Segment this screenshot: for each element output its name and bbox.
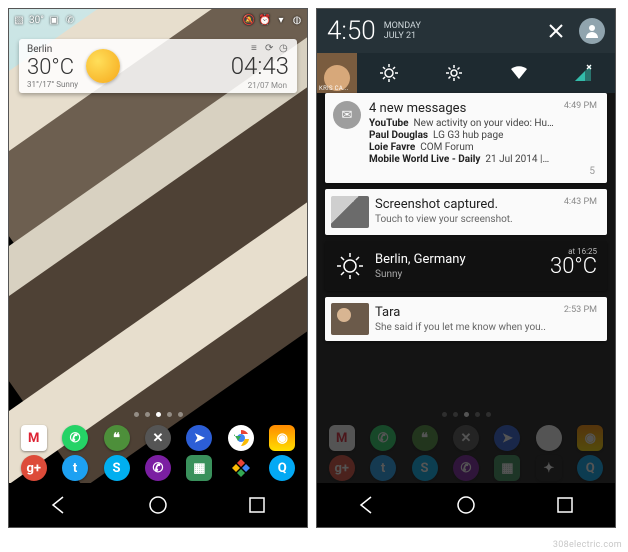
- user-avatar-button[interactable]: [579, 18, 605, 44]
- weather-clock-widget[interactable]: Berlin 30°C 31°/17° Sunny 04:43 ≡ ⟳ ◷ 21…: [19, 39, 297, 93]
- photos-app-icon[interactable]: ✦: [536, 455, 562, 481]
- whatsapp-icon: ✆: [64, 14, 76, 26]
- wifi-icon: ▾: [275, 14, 287, 26]
- whatsapp-app-icon[interactable]: ✆: [62, 425, 88, 451]
- folder-icon[interactable]: ▦: [494, 455, 520, 481]
- widget-city: Berlin: [27, 44, 78, 55]
- search-app-icon[interactable]: Q: [269, 455, 295, 481]
- notif-title: 4 new messages: [369, 101, 597, 116]
- 0[interactable]: t: [370, 455, 396, 481]
- status-bar: ▧ 30° ▣ ✆ 🔕 ⏰ ▾ ◍: [9, 9, 307, 31]
- shade-header: 4:50 MONDAYJULY 21 KRIS CA...: [317, 9, 615, 93]
- chrome-app-icon[interactable]: ◉: [536, 425, 562, 451]
- notification-message[interactable]: Tara She said if you let me know when yo…: [325, 297, 607, 341]
- page-indicator: [317, 412, 615, 417]
- contact-thumbnail: [331, 303, 369, 335]
- profile-avatar[interactable]: KRIS CA...: [317, 53, 357, 93]
- notif-count: 5: [589, 166, 595, 177]
- home-button[interactable]: [454, 493, 478, 517]
- camera-app-icon[interactable]: ◉: [577, 425, 603, 451]
- recents-button[interactable]: [245, 493, 269, 517]
- phone-notification-shade: 4:50 MONDAYJULY 21 KRIS CA...: [316, 8, 616, 528]
- battery-icon: ◍: [291, 14, 303, 26]
- app-dock: M g+ ✆ t ❝ S ✕ ✆ ➤ ▦: [9, 425, 307, 481]
- refresh-icon[interactable]: ⟳: [265, 43, 275, 53]
- notif-time: 4:43 PM: [564, 197, 597, 207]
- app-drawer-button[interactable]: ✕: [145, 425, 171, 451]
- folder-icon[interactable]: ▦: [186, 455, 212, 481]
- widget-hilo: 31°/17° Sunny: [27, 80, 78, 89]
- twitter-app-icon[interactable]: t: [62, 455, 88, 481]
- gmail-app-icon[interactable]: M: [21, 425, 47, 451]
- notification-screenshot[interactable]: Screenshot captured. Touch to view your …: [325, 189, 607, 235]
- close-icon[interactable]: [545, 20, 567, 42]
- gmail-icon: ✉: [333, 101, 361, 129]
- weather-at: at 16:25: [568, 247, 597, 256]
- skype-app-icon[interactable]: S: [412, 455, 438, 481]
- app-drawer-button[interactable]: ✕: [453, 425, 479, 451]
- google-plus-app-icon[interactable]: g+: [21, 455, 47, 481]
- viber-app-icon[interactable]: ✆: [453, 455, 479, 481]
- whatsapp-app-icon[interactable]: ✆: [370, 425, 396, 451]
- weather-location: Berlin, Germany: [375, 252, 466, 267]
- brightness-toggle[interactable]: [379, 63, 399, 83]
- image-icon: ▧: [13, 14, 25, 26]
- widget-temp: 30°C: [27, 55, 78, 80]
- browser-app-icon[interactable]: ➤: [186, 425, 212, 451]
- app-dock: Mg+ ✆ t ❝ S ✕ ✆ ➤ ▦ ◉ ✦ ◉ Q: [317, 425, 615, 481]
- page-indicator: [9, 412, 307, 417]
- notification-gmail[interactable]: ✉ 4 new messages 4:49 PM YouTube New act…: [325, 93, 607, 183]
- wifi-toggle[interactable]: [508, 63, 528, 83]
- hangouts-app-icon[interactable]: ❝: [104, 425, 130, 451]
- back-button[interactable]: [47, 493, 71, 517]
- gmail-app-icon[interactable]: M: [329, 425, 355, 451]
- shade-date: MONDAYJULY 21: [384, 21, 421, 41]
- navigation-bar: [9, 483, 307, 527]
- weather-temp: 30°C: [550, 254, 597, 279]
- viber-app-icon[interactable]: ✆: [145, 455, 171, 481]
- settings-toggle[interactable]: [444, 63, 464, 83]
- widget-time: 04:43: [231, 52, 289, 80]
- alarm-icon: ⏰: [259, 14, 271, 26]
- weather-sun-icon: [335, 251, 365, 281]
- notification-list: ✉ 4 new messages 4:49 PM YouTube New act…: [325, 93, 607, 341]
- screenshot-thumbnail: [331, 196, 369, 228]
- google-plus-app-icon[interactable]: g+: [329, 455, 355, 481]
- recents-button[interactable]: [553, 493, 577, 517]
- status-temp: 30°: [29, 15, 44, 26]
- silent-icon: 🔕: [243, 14, 255, 26]
- menu-icon[interactable]: ≡: [251, 43, 261, 53]
- notification-weather[interactable]: Berlin, Germany Sunny at 16:25 30°C: [325, 241, 607, 291]
- phone-home-screen: ▧ 30° ▣ ✆ 🔕 ⏰ ▾ ◍ Berlin 30°C 31°/17° Su…: [8, 8, 308, 528]
- sun-icon: [86, 49, 120, 83]
- photos-app-icon[interactable]: [228, 455, 254, 481]
- home-button[interactable]: [146, 493, 170, 517]
- signal-toggle[interactable]: [573, 63, 593, 83]
- screenshot-icon: ▣: [48, 14, 60, 26]
- weather-cond: Sunny: [375, 269, 466, 280]
- watermark: 308electric.com: [553, 540, 622, 550]
- shade-time: 4:50: [327, 16, 376, 46]
- notif-time: 2:53 PM: [564, 305, 597, 315]
- back-button[interactable]: [355, 493, 379, 517]
- navigation-bar: [317, 483, 615, 527]
- msg-text: She said if you let me know when you..: [375, 322, 597, 333]
- browser-app-icon[interactable]: ➤: [494, 425, 520, 451]
- widget-date: 21/07 Mon: [248, 81, 287, 90]
- chrome-app-icon[interactable]: [228, 425, 254, 451]
- search-app-icon[interactable]: Q: [577, 455, 603, 481]
- skype-app-icon[interactable]: S: [104, 455, 130, 481]
- notif-sub: Touch to view your screenshot.: [375, 214, 597, 225]
- profile-name: KRIS CA...: [319, 85, 349, 92]
- hangouts-app-icon[interactable]: ❝: [412, 425, 438, 451]
- clock-icon[interactable]: ◷: [279, 43, 289, 53]
- camera-app-icon[interactable]: ◉: [269, 425, 295, 451]
- notif-time: 4:49 PM: [564, 101, 597, 111]
